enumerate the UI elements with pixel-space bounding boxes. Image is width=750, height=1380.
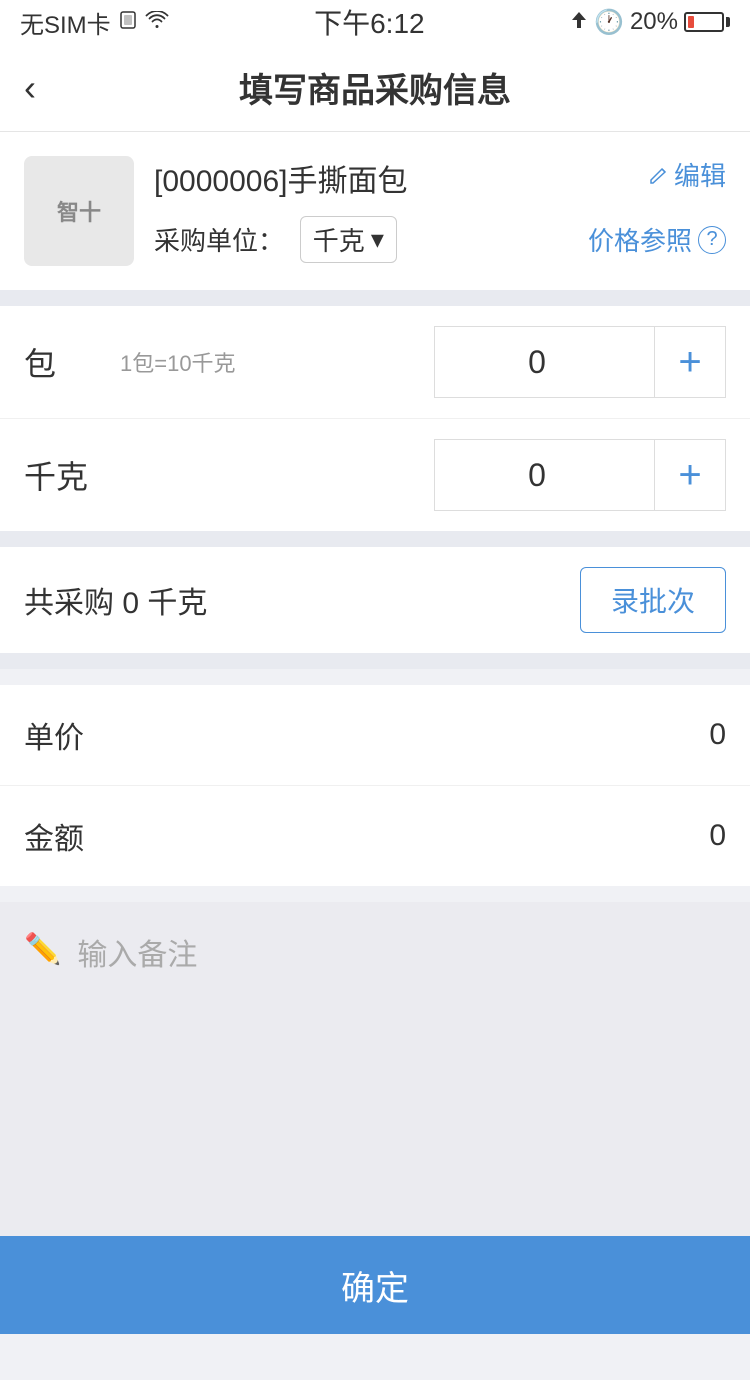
product-header: [0000006]手撕面包 编辑 <box>154 156 726 200</box>
status-right: 🕐 20% <box>570 8 730 37</box>
amount-value: 0 <box>709 819 726 853</box>
bao-input-row: 包 1包=10千克 + <box>0 306 750 419</box>
bao-quantity-input[interactable] <box>434 326 654 398</box>
unit-price-row: 单价 0 <box>0 685 750 786</box>
notes-section[interactable]: ✏️ 输入备注 <box>0 902 750 1282</box>
section-divider-3 <box>0 653 750 669</box>
kg-input-row: 千克 + <box>0 419 750 531</box>
alarm-icon: 🕐 <box>594 8 624 37</box>
kg-label: 千克 <box>24 452 104 498</box>
page-title: 填写商品采购信息 <box>239 63 511 112</box>
amount-row: 金额 0 <box>0 786 750 886</box>
battery-indicator <box>684 12 730 32</box>
input-section: 包 1包=10千克 + 千克 + <box>0 306 750 531</box>
status-left: 无SIM卡 <box>20 5 169 40</box>
pencil-icon: ✏️ <box>24 932 61 967</box>
unit-price-label: 单价 <box>24 713 84 757</box>
kg-quantity-input[interactable] <box>434 439 654 511</box>
unit-prefix-label: 采购单位： <box>154 226 284 256</box>
bao-plus-button[interactable]: + <box>654 326 726 398</box>
summary-text: 共采购 0 千克 <box>24 578 207 622</box>
batch-button[interactable]: 录批次 <box>580 567 726 633</box>
price-ref-label: 价格参照 <box>588 221 692 258</box>
kg-controls: + <box>120 439 726 511</box>
status-bar: 无SIM卡 下午6:12 🕐 20% <box>0 0 750 44</box>
price-section: 单价 0 金额 0 <box>0 685 750 886</box>
section-divider-2 <box>0 531 750 547</box>
bao-label: 包 <box>24 339 104 385</box>
bao-sub: 1包=10千克 <box>120 346 236 378</box>
sim-icon <box>119 8 137 36</box>
summary-row: 共采购 0 千克 录批次 <box>0 547 750 653</box>
wifi-icon <box>145 8 169 36</box>
product-image: 智十 <box>24 156 134 266</box>
section-divider-1 <box>0 290 750 306</box>
amount-label: 金额 <box>24 814 84 858</box>
back-button[interactable]: ‹ <box>24 67 36 109</box>
confirm-label: 确定 <box>341 1261 409 1310</box>
product-section: 智十 [0000006]手撕面包 编辑 采购单位： 千克 ▾ 价格参照 <box>0 132 750 290</box>
product-name: [0000006]手撕面包 <box>154 156 407 200</box>
location-icon <box>570 8 588 36</box>
price-ref-icon: ? <box>698 226 726 254</box>
bao-controls: + <box>252 326 726 398</box>
battery-percent: 20% <box>630 8 678 36</box>
nav-bar: ‹ 填写商品采购信息 <box>0 44 750 132</box>
carrier-text: 无SIM卡 <box>20 5 111 40</box>
product-unit-row: 采购单位： 千克 ▾ 价格参照 ? <box>154 216 726 263</box>
unit-dropdown[interactable]: 千克 ▾ <box>300 216 397 263</box>
dropdown-arrow: ▾ <box>371 224 384 255</box>
confirm-bar[interactable]: 确定 <box>0 1236 750 1334</box>
unit-price-value: 0 <box>709 718 726 752</box>
kg-plus-button[interactable]: + <box>654 439 726 511</box>
unit-value: 千克 <box>313 221 365 258</box>
notes-placeholder: 输入备注 <box>77 930 197 974</box>
price-ref-button[interactable]: 价格参照 ? <box>588 221 726 258</box>
product-info: [0000006]手撕面包 编辑 采购单位： 千克 ▾ 价格参照 ? <box>154 156 726 263</box>
status-time: 下午6:12 <box>314 2 425 42</box>
edit-link[interactable]: 编辑 <box>648 156 726 193</box>
